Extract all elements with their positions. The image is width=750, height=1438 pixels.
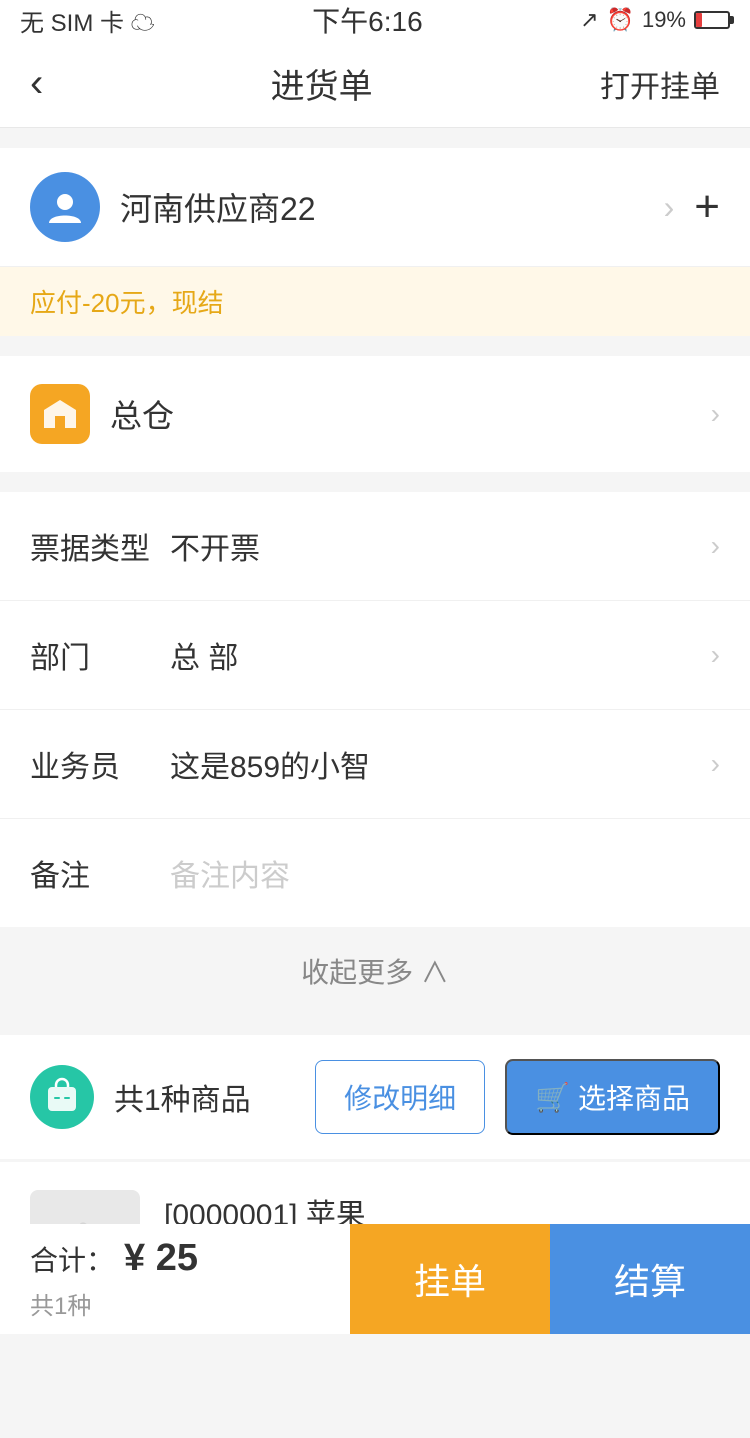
page-title: 进货单: [271, 59, 373, 108]
alarm-icon: ⏰: [607, 7, 634, 33]
warehouse-icon: [30, 384, 90, 444]
remark-row[interactable]: 备注 备注内容: [0, 819, 750, 927]
status-time: 下午6:16: [312, 0, 423, 40]
status-left: 无 SIM 卡 ☁: [20, 3, 155, 38]
select-product-label: 选择商品: [578, 1077, 690, 1117]
total-label: 合计：: [30, 1239, 114, 1279]
sales-chevron-icon: ›: [711, 748, 720, 780]
edit-detail-button[interactable]: 修改明细: [315, 1060, 485, 1134]
supplier-name: 河南供应商22: [120, 184, 664, 230]
warehouse-chevron-icon: ›: [711, 398, 720, 430]
separator-4: [0, 1015, 750, 1035]
warehouse-name: 总仓: [110, 391, 711, 437]
status-bar: 无 SIM 卡 ☁ 下午6:16 ↗ ⏰ 19%: [0, 0, 750, 40]
nav-bar: ‹ 进货单 打开挂单: [0, 40, 750, 128]
supplier-row[interactable]: 河南供应商22 › +: [0, 148, 750, 267]
sales-value: 这是859的小智: [170, 742, 711, 786]
footer: 合计： ¥ 25 共1种 挂单 结算: [0, 1224, 750, 1334]
dept-row[interactable]: 部门 总 部 ›: [0, 601, 750, 710]
select-product-icon: 🛒: [535, 1081, 570, 1114]
bottom-spacer: [0, 1328, 750, 1438]
supplier-notice: 应付-20元，现结: [0, 267, 750, 336]
collapse-label: 收起更多 ∧: [301, 951, 449, 991]
collapse-button[interactable]: 收起更多 ∧: [0, 927, 750, 1015]
footer-total: 合计： ¥ 25 共1种: [0, 1237, 350, 1321]
location-icon: ↗: [580, 7, 598, 33]
supplier-avatar: [30, 172, 100, 242]
dept-value: 总 部: [170, 633, 711, 677]
sales-label: 业务员: [30, 742, 170, 786]
separator-2: [0, 336, 750, 356]
supplier-card: 河南供应商22 › + 应付-20元，现结: [0, 148, 750, 336]
invoice-value: 不开票: [170, 524, 711, 568]
separator-1: [0, 128, 750, 148]
supplier-chevron-icon: ›: [664, 189, 675, 226]
product-header-icon: [30, 1065, 94, 1129]
total-sub: 共1种: [30, 1286, 320, 1321]
select-product-button[interactable]: 🛒 选择商品: [505, 1059, 720, 1135]
battery-level: 19%: [642, 7, 686, 33]
product-count: 共1种商品: [114, 1075, 295, 1119]
back-button[interactable]: ‹: [30, 61, 43, 106]
battery-icon: [694, 11, 730, 29]
product-header: 共1种商品 修改明细 🛒 选择商品: [0, 1035, 750, 1159]
separator-3: [0, 472, 750, 492]
add-supplier-button[interactable]: +: [694, 185, 720, 229]
form-section: 票据类型 不开票 › 部门 总 部 › 业务员 这是859的小智 › 备注 备注…: [0, 492, 750, 927]
warehouse-row[interactable]: 总仓 ›: [0, 356, 750, 472]
invoice-row[interactable]: 票据类型 不开票 ›: [0, 492, 750, 601]
status-right: ↗ ⏰ 19%: [580, 7, 730, 33]
total-row: 合计： ¥ 25: [30, 1237, 320, 1280]
dept-chevron-icon: ›: [711, 639, 720, 671]
separator-5: [0, 1159, 750, 1161]
remark-label: 备注: [30, 851, 170, 895]
invoice-label: 票据类型: [30, 524, 170, 568]
sales-row[interactable]: 业务员 这是859的小智 ›: [0, 710, 750, 819]
pending-button[interactable]: 挂单: [350, 1224, 550, 1334]
total-amount: ¥ 25: [124, 1237, 198, 1280]
dept-label: 部门: [30, 633, 170, 677]
open-pending-button[interactable]: 打开挂单: [600, 62, 720, 106]
invoice-chevron-icon: ›: [711, 530, 720, 562]
checkout-button[interactable]: 结算: [550, 1224, 750, 1334]
sim-status: 无 SIM 卡 ☁: [20, 3, 155, 38]
remark-input[interactable]: 备注内容: [170, 851, 720, 895]
